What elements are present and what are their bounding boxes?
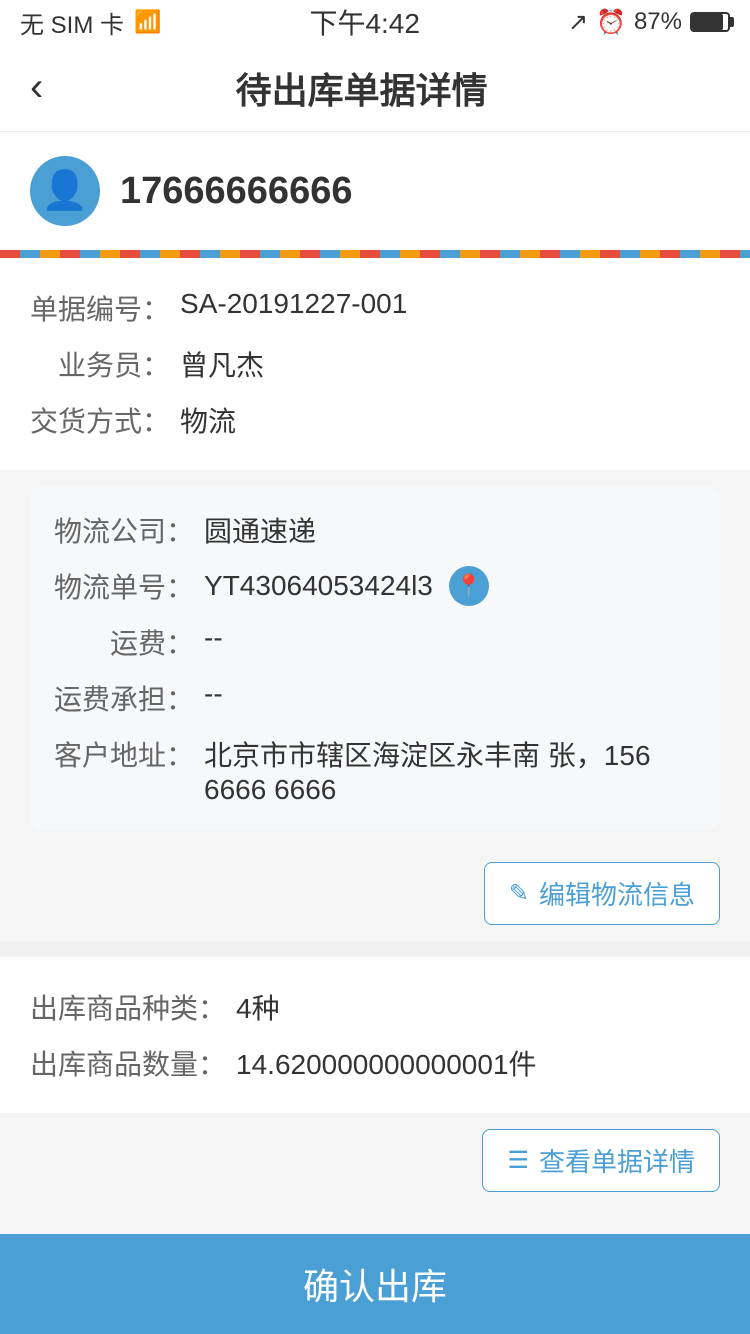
stats-section: 出库商品种类： 4种 出库商品数量： 14.620000000000001件 xyxy=(0,957,750,1113)
freight-row: 运费： -- xyxy=(54,622,696,662)
status-bar-left: 无 SIM 卡 📶 xyxy=(20,5,161,40)
address-label: 客户地址： xyxy=(54,734,194,774)
nav-bar: ‹ 待出库单据详情 xyxy=(0,44,750,132)
confirm-btn-text: 确认出库 xyxy=(303,1258,447,1310)
dashed-separator xyxy=(0,250,750,258)
freight-value: -- xyxy=(204,622,696,654)
section-divider xyxy=(0,941,750,957)
edit-logistics-label: 编辑物流信息 xyxy=(539,875,695,912)
logistics-tracking-value: YT43064053424l3 xyxy=(204,570,433,602)
freight-bear-row: 运费承担： -- xyxy=(54,678,696,718)
customer-phone: 17666666666 xyxy=(120,170,352,213)
list-icon: ☰ xyxy=(507,1146,529,1175)
sales-person-value: 曾凡杰 xyxy=(180,344,720,384)
status-bar-right: ↗ ⏰ 87% xyxy=(568,8,730,37)
back-button[interactable]: ‹ xyxy=(30,65,43,110)
order-no-label: 单据编号： xyxy=(30,288,170,328)
freight-bear-label: 运费承担： xyxy=(54,678,194,718)
wifi-icon: 📶 xyxy=(134,9,161,35)
status-bar: 无 SIM 卡 📶 下午4:42 ↗ ⏰ 87% xyxy=(0,0,750,44)
battery-percentage: 87% xyxy=(634,8,682,36)
edit-icon: ✎ xyxy=(509,879,529,908)
view-detail-section: ☰ 查看单据详情 xyxy=(0,1113,750,1192)
freight-label: 运费： xyxy=(54,622,194,662)
product-count-label: 出库商品数量： xyxy=(30,1043,226,1083)
order-no-row: 单据编号： SA-20191227-001 xyxy=(30,288,720,328)
avatar-icon: 👤 xyxy=(41,169,88,213)
product-type-label: 出库商品种类： xyxy=(30,987,226,1027)
map-pin-icon: 📍 xyxy=(455,573,482,599)
logistics-tracking-row: 物流单号： YT43064053424l3 📍 xyxy=(54,566,696,606)
alarm-icon: ⏰ xyxy=(596,8,626,37)
view-detail-label: 查看单据详情 xyxy=(539,1142,695,1179)
sales-person-row: 业务员： 曾凡杰 xyxy=(30,344,720,384)
logistics-company-row: 物流公司： 圆通速递 xyxy=(54,510,696,550)
customer-section: 👤 17666666666 xyxy=(0,132,750,250)
product-type-row: 出库商品种类： 4种 xyxy=(30,987,720,1027)
address-value: 北京市市辖区海淀区永丰南 张，156 6666 6666 xyxy=(204,734,696,806)
logistics-tracking-row-inner: YT43064053424l3 📍 xyxy=(204,566,489,606)
view-detail-button[interactable]: ☰ 查看单据详情 xyxy=(482,1129,720,1192)
delivery-label: 交货方式： xyxy=(30,400,170,440)
avatar: 👤 xyxy=(30,156,100,226)
page-title: 待出库单据详情 xyxy=(63,62,660,114)
logistics-card: 物流公司： 圆通速递 物流单号： YT43064053424l3 📍 运费： -… xyxy=(30,486,720,830)
order-info-section: 单据编号： SA-20191227-001 业务员： 曾凡杰 交货方式： 物流 xyxy=(0,258,750,470)
order-no-value: SA-20191227-001 xyxy=(180,288,720,320)
freight-bear-value: -- xyxy=(204,678,696,710)
battery-icon xyxy=(690,12,730,32)
edit-logistics-button[interactable]: ✎ 编辑物流信息 xyxy=(484,862,720,925)
edit-section: ✎ 编辑物流信息 xyxy=(0,846,750,941)
product-type-value: 4种 xyxy=(236,987,720,1027)
location-icon: ↗ xyxy=(568,8,588,37)
track-location-icon[interactable]: 📍 xyxy=(449,566,489,606)
confirm-btn-container[interactable]: 确认出库 xyxy=(0,1234,750,1334)
product-count-row: 出库商品数量： 14.620000000000001件 xyxy=(30,1043,720,1083)
carrier-text: 无 SIM 卡 xyxy=(20,5,124,40)
address-row: 客户地址： 北京市市辖区海淀区永丰南 张，156 6666 6666 xyxy=(54,734,696,806)
logistics-company-label: 物流公司： xyxy=(54,510,194,550)
sales-person-label: 业务员： xyxy=(30,344,170,384)
product-count-value: 14.620000000000001件 xyxy=(236,1043,720,1083)
logistics-tracking-label: 物流单号： xyxy=(54,566,194,606)
delivery-row: 交货方式： 物流 xyxy=(30,400,720,440)
logistics-company-value: 圆通速递 xyxy=(204,510,696,550)
delivery-value: 物流 xyxy=(180,400,720,440)
status-bar-time: 下午4:42 xyxy=(309,2,420,42)
